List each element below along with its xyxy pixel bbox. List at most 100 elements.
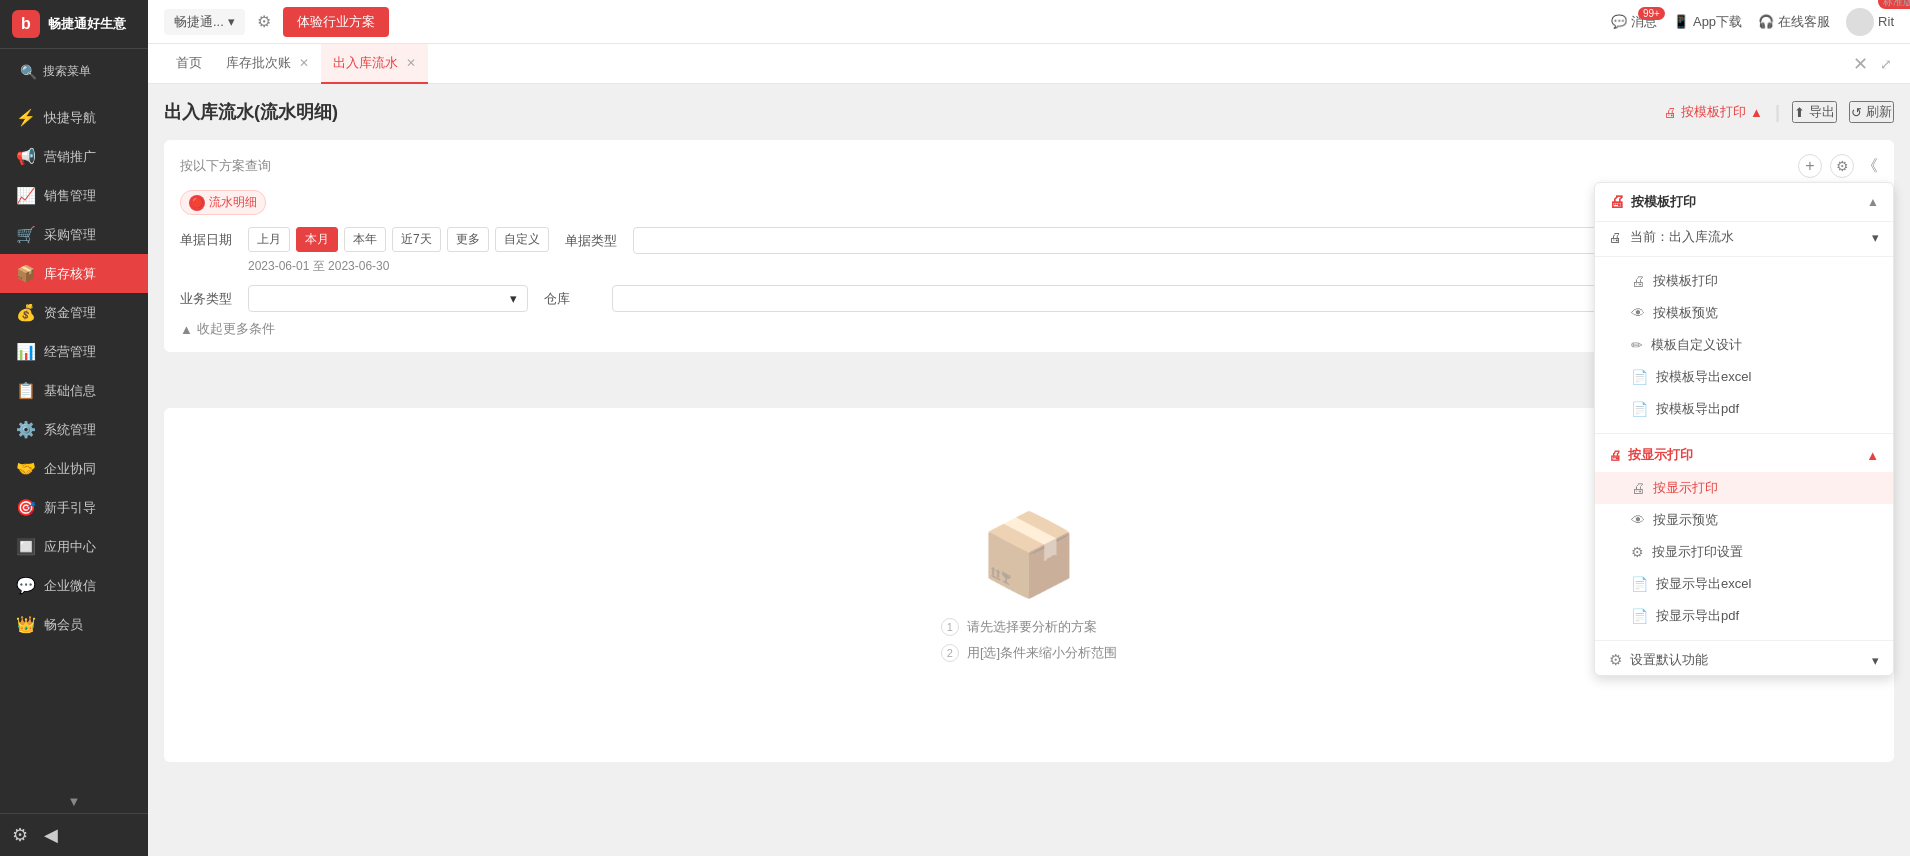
operations-icon: 📊 bbox=[16, 342, 36, 361]
sidebar-scroll-down[interactable]: ▼ bbox=[0, 790, 148, 813]
quick-nav-icon: ⚡ bbox=[16, 108, 36, 127]
collapse-sidebar-button[interactable]: 《 bbox=[1862, 156, 1878, 177]
sidebar-item-member[interactable]: 👑 畅会员 bbox=[0, 605, 148, 644]
settings-default-icon: ⚙ bbox=[1609, 651, 1622, 669]
sidebar-item-marketing[interactable]: 📢 营销推广 bbox=[0, 137, 148, 176]
headset-icon: 🎧 bbox=[1758, 14, 1774, 29]
sidebar-item-purchase[interactable]: 🛒 采购管理 bbox=[0, 215, 148, 254]
chevron-up-icon: ▲ bbox=[180, 322, 193, 337]
tab-batch-ledger[interactable]: 库存批次账 ✕ bbox=[214, 44, 321, 84]
sidebar-item-basic[interactable]: 📋 基础信息 bbox=[0, 371, 148, 410]
display-print-section-arrow: ▲ bbox=[1866, 448, 1879, 463]
page-header: 出入库流水(流水明细) 🖨 按模板打印 ▲ | ⬆ 导出 ↺ 刷新 bbox=[164, 100, 1894, 124]
sidebar-item-system[interactable]: ⚙️ 系统管理 bbox=[0, 410, 148, 449]
tab-close-all[interactable]: ✕ bbox=[1851, 51, 1870, 77]
export-button[interactable]: ⬆ 导出 bbox=[1792, 101, 1837, 123]
dropdown-divider-2 bbox=[1595, 433, 1893, 434]
sidebar-item-collab[interactable]: 🤝 企业协同 bbox=[0, 449, 148, 488]
filter-tag-icon: 🔴 bbox=[189, 195, 205, 211]
sidebar-item-operations[interactable]: 📊 经营管理 bbox=[0, 332, 148, 371]
date-btn-current-month[interactable]: 本月 bbox=[296, 227, 338, 252]
tab-flow-close[interactable]: ✕ bbox=[406, 56, 416, 70]
guide-icon: 🎯 bbox=[16, 498, 36, 517]
filter-settings-button[interactable]: ⚙ bbox=[1830, 154, 1854, 178]
display-print-section-icon: 🖨 bbox=[1609, 448, 1622, 463]
date-btn-prev-month[interactable]: 上月 bbox=[248, 227, 290, 252]
app-download-button[interactable]: 📱 App下载 bbox=[1673, 13, 1742, 31]
date-btn-more[interactable]: 更多 bbox=[447, 227, 489, 252]
marketing-icon: 📢 bbox=[16, 147, 36, 166]
add-filter-button[interactable]: + bbox=[1798, 154, 1822, 178]
template-customize-item[interactable]: ✏ 模板自定义设计 bbox=[1595, 329, 1893, 361]
search-menu-item[interactable]: 🔍 搜索菜单 bbox=[12, 57, 136, 86]
chevron-down-icon: ▾ bbox=[228, 14, 235, 29]
main-content: 畅捷通... ▾ ⚙ 体验行业方案 💬 消息 99+ 📱 App下载 🎧 bbox=[148, 0, 1910, 856]
dropdown-divider-1 bbox=[1595, 256, 1893, 257]
message-button[interactable]: 💬 消息 99+ bbox=[1611, 13, 1657, 31]
empty-step-2: 2 用[选]条件来缩小分析范围 bbox=[941, 644, 1117, 662]
display-print-settings-item[interactable]: ⚙ 按显示打印设置 bbox=[1595, 536, 1893, 568]
sidebar-nav: ⚡ 快捷导航 📢 营销推广 📈 销售管理 🛒 采购管理 📦 库存核算 💰 bbox=[0, 94, 148, 790]
dropdown-divider-3 bbox=[1595, 640, 1893, 641]
sidebar-item-inventory[interactable]: 📦 库存核算 bbox=[0, 254, 148, 293]
settings-icon[interactable]: ⚙ bbox=[12, 824, 28, 846]
date-btn-custom[interactable]: 自定义 bbox=[495, 227, 549, 252]
workspace-dropdown[interactable]: 畅捷通... ▾ bbox=[164, 9, 245, 35]
filter-tag[interactable]: 🔴 流水明细 bbox=[180, 190, 266, 215]
user-profile[interactable]: Rit bbox=[1846, 8, 1894, 36]
tab-home[interactable]: 首页 bbox=[164, 44, 214, 84]
member-icon: 👑 bbox=[16, 615, 36, 634]
template-print-item[interactable]: 🖨 按模板打印 bbox=[1595, 265, 1893, 297]
refresh-button[interactable]: ↺ 刷新 bbox=[1849, 101, 1894, 123]
sidebar-item-wechat[interactable]: 💬 企业微信 bbox=[0, 566, 148, 605]
empty-steps: 1 请先选择要分析的方案 2 用[选]条件来缩小分析范围 bbox=[941, 618, 1117, 662]
date-btn-year[interactable]: 本年 bbox=[344, 227, 386, 252]
template-preview-icon: 👁 bbox=[1631, 305, 1645, 321]
sidebar-item-finance[interactable]: 💰 资金管理 bbox=[0, 293, 148, 332]
template-excel-icon: 📄 bbox=[1631, 369, 1648, 385]
template-export-excel-item[interactable]: 📄 按模板导出excel bbox=[1595, 361, 1893, 393]
collapse-icon[interactable]: ◀ bbox=[44, 824, 58, 846]
biz-type-select[interactable]: ▾ bbox=[248, 285, 528, 312]
display-print-section-header: 🖨 按显示打印 ▲ bbox=[1595, 438, 1893, 468]
sidebar-logo: b 畅捷通好生意 标准版 bbox=[0, 0, 148, 49]
sidebar-item-quick-nav[interactable]: ⚡ 快捷导航 bbox=[0, 98, 148, 137]
template-preview-item[interactable]: 👁 按模板预览 bbox=[1595, 297, 1893, 329]
dropdown-title: 🖨 按模板打印 bbox=[1609, 193, 1696, 211]
search-icon: 🔍 bbox=[20, 64, 37, 80]
print-button[interactable]: 🖨 按模板打印 ▲ bbox=[1664, 103, 1763, 121]
top-header: 畅捷通... ▾ ⚙ 体验行业方案 💬 消息 99+ 📱 App下载 🎧 bbox=[148, 0, 1910, 44]
tab-expand[interactable]: ⤢ bbox=[1878, 54, 1894, 74]
dropdown-collapse-icon[interactable]: ▲ bbox=[1867, 195, 1879, 209]
tab-batch-ledger-close[interactable]: ✕ bbox=[299, 56, 309, 70]
display-export-pdf-item[interactable]: 📄 按显示导出pdf bbox=[1595, 600, 1893, 632]
display-export-excel-item[interactable]: 📄 按显示导出excel bbox=[1595, 568, 1893, 600]
display-print-item[interactable]: 🖨 按显示打印 bbox=[1595, 472, 1893, 504]
app-logo-icon: b bbox=[12, 10, 40, 38]
sidebar-item-apps[interactable]: 🔲 应用中心 bbox=[0, 527, 148, 566]
tab-actions: ✕ ⤢ bbox=[1851, 51, 1894, 77]
system-icon: ⚙️ bbox=[16, 420, 36, 439]
sidebar-item-guide[interactable]: 🎯 新手引导 bbox=[0, 488, 148, 527]
template-print-icon: 🖨 bbox=[1631, 273, 1645, 289]
template-pdf-icon: 📄 bbox=[1631, 401, 1648, 417]
app-title: 畅捷通好生意 标准版 bbox=[48, 16, 126, 33]
header-gear-icon[interactable]: ⚙ bbox=[257, 12, 271, 31]
display-pdf-icon: 📄 bbox=[1631, 608, 1648, 624]
sidebar-item-sales[interactable]: 📈 销售管理 bbox=[0, 176, 148, 215]
display-preview-item[interactable]: 👁 按显示预览 bbox=[1595, 504, 1893, 536]
template-export-pdf-item[interactable]: 📄 按模板导出pdf bbox=[1595, 393, 1893, 425]
header-left: 畅捷通... ▾ ⚙ 体验行业方案 bbox=[164, 7, 389, 37]
settings-chevron-icon: ▾ bbox=[1872, 653, 1879, 668]
finance-icon: 💰 bbox=[16, 303, 36, 322]
date-btn-7days[interactable]: 近7天 bbox=[392, 227, 441, 252]
purchase-icon: 🛒 bbox=[16, 225, 36, 244]
biz-type-field: 业务类型 ▾ bbox=[180, 285, 528, 312]
date-filter-field: 单据日期 上月 本月 本年 近7天 更多 自定义 bbox=[180, 227, 549, 252]
online-service-button[interactable]: 🎧 在线客服 bbox=[1758, 13, 1830, 31]
refresh-icon: ↺ bbox=[1851, 105, 1862, 120]
trial-button[interactable]: 体验行业方案 bbox=[283, 7, 389, 37]
settings-default-section[interactable]: ⚙ 设置默认功能 ▾ bbox=[1595, 645, 1893, 675]
sidebar: b 畅捷通好生意 标准版 🔍 搜索菜单 ⚡ 快捷导航 📢 营销推广 bbox=[0, 0, 148, 856]
tab-flow[interactable]: 出入库流水 ✕ bbox=[321, 44, 428, 84]
